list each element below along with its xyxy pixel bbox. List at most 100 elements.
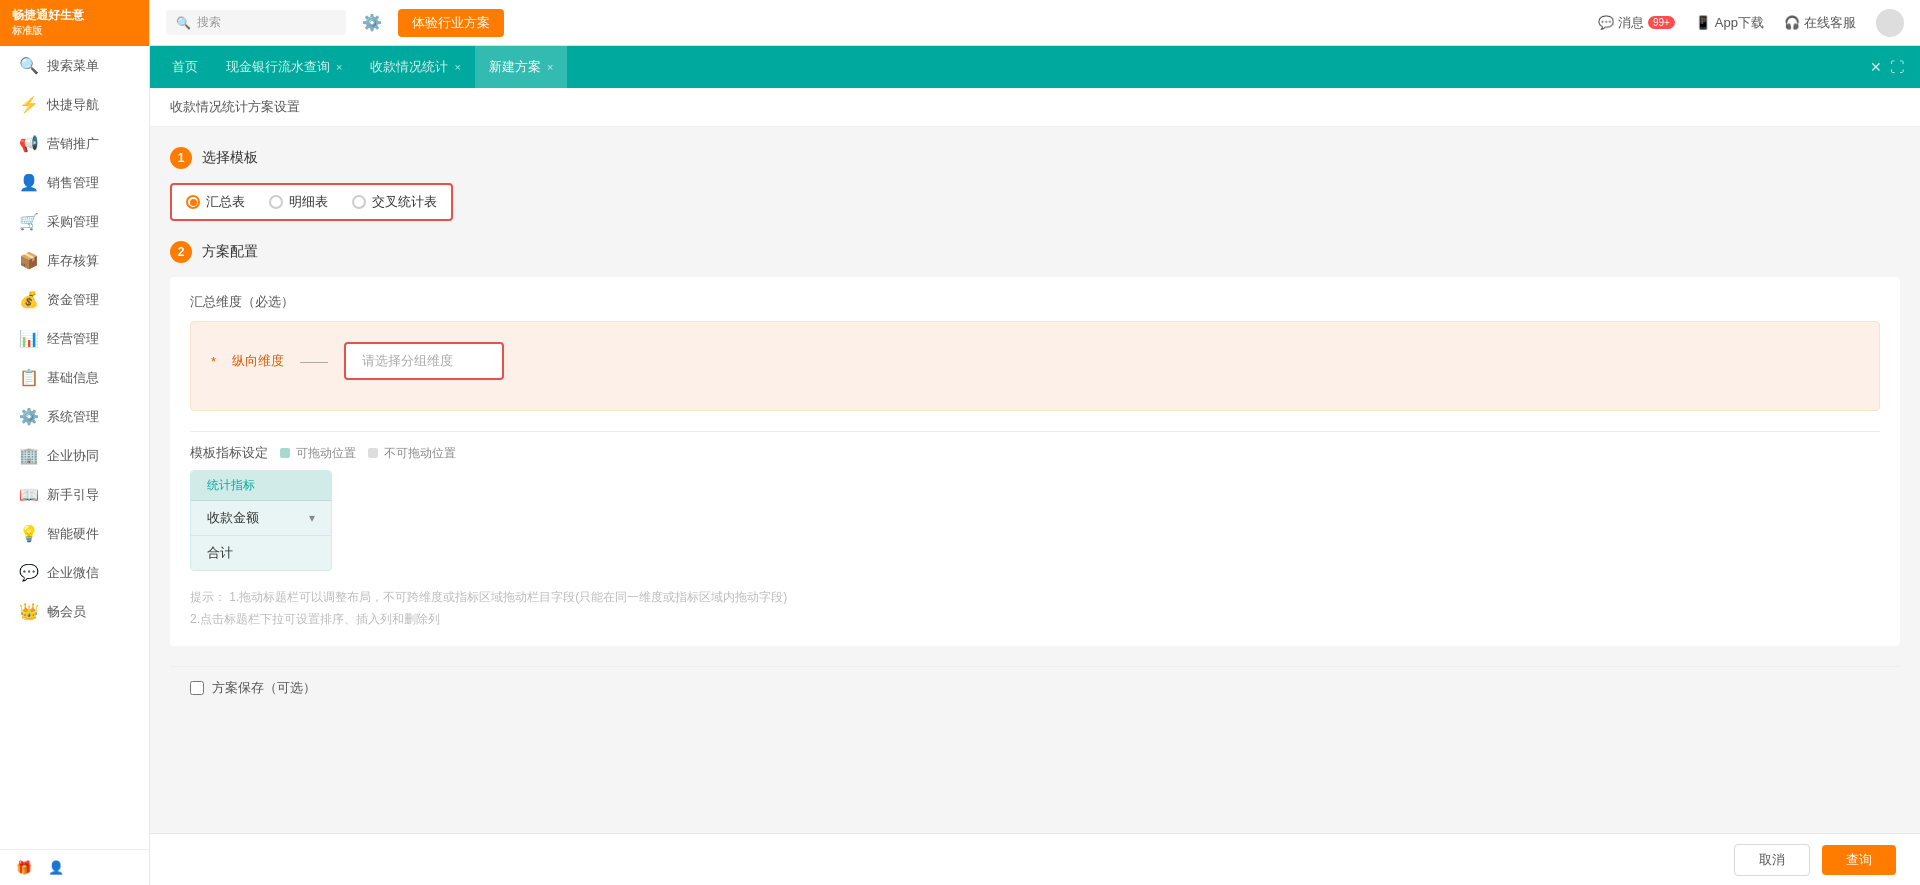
tab-close-icon[interactable]: × bbox=[547, 61, 553, 73]
sidebar-bottom-item1[interactable]: 🎁 bbox=[16, 860, 32, 875]
tab-新建方案[interactable]: 新建方案× bbox=[475, 46, 567, 88]
step1-header: 1 选择模板 bbox=[170, 147, 1900, 169]
indicators-column-header: 统计指标 bbox=[191, 471, 331, 501]
sidebar-item-搜索菜单[interactable]: 🔍 搜索菜单 bbox=[0, 46, 149, 85]
avatar[interactable] bbox=[1876, 9, 1904, 37]
sidebar-bottom-item2[interactable]: 👤 bbox=[48, 860, 64, 875]
indicator-label: 合计 bbox=[207, 544, 233, 562]
notification-badge: 99+ bbox=[1648, 16, 1675, 29]
indicators-section: 模板指标设定 可拖动位置 不可拖动位置 统计指标 bbox=[190, 444, 1880, 630]
sidebar-icon: ⚙️ bbox=[19, 407, 39, 426]
footer-bar: 取消 查询 bbox=[150, 833, 1920, 885]
dimension-row: * 纵向维度 —— 请选择分组维度 bbox=[211, 342, 1859, 380]
sidebar: 畅捷通好生意 标准版 🔍 搜索菜单 ⚡ 快捷导航 📢 营销推广 👤 销售管理 🛒… bbox=[0, 0, 150, 885]
sidebar-item-智能硬件[interactable]: 💡 智能硬件 bbox=[0, 514, 149, 553]
sidebar-icon: 💬 bbox=[19, 563, 39, 582]
content-area: 收款情况统计方案设置 1 选择模板 汇总表 明细表 交叉统计表 2 方案配置 bbox=[150, 88, 1920, 885]
sidebar-item-库存核算[interactable]: 📦 库存核算 bbox=[0, 241, 149, 280]
sidebar-item-畅会员[interactable]: 👑 畅会员 bbox=[0, 592, 149, 631]
service-icon: 🎧 bbox=[1784, 15, 1800, 30]
dimension-area: * 纵向维度 —— 请选择分组维度 bbox=[190, 321, 1880, 411]
sidebar-nav: 🔍 搜索菜单 ⚡ 快捷导航 📢 营销推广 👤 销售管理 🛒 采购管理 📦 库存核… bbox=[0, 46, 149, 849]
non-draggable-label: 不可拖动位置 bbox=[384, 445, 456, 462]
sidebar-icon: 📦 bbox=[19, 251, 39, 270]
sidebar-icon: 📊 bbox=[19, 329, 39, 348]
radio-交叉统计表[interactable]: 交叉统计表 bbox=[352, 193, 437, 211]
sidebar-item-label: 搜索菜单 bbox=[47, 57, 99, 75]
save-label: 方案保存（可选） bbox=[212, 679, 316, 697]
draggable-dot bbox=[280, 448, 290, 458]
download-icon: 📱 bbox=[1695, 15, 1711, 30]
app-edition: 标准版 bbox=[12, 24, 84, 38]
app-name: 畅捷通好生意 bbox=[12, 8, 84, 22]
radio-汇总表[interactable]: 汇总表 bbox=[186, 193, 245, 211]
maximize-icon[interactable]: ⛶ bbox=[1890, 59, 1904, 75]
sidebar-icon: ⚡ bbox=[19, 95, 39, 114]
indicator-row-合计[interactable]: 合计 bbox=[191, 536, 331, 570]
tab-close-icon[interactable]: × bbox=[454, 61, 460, 73]
indicators-footer: 提示： 1.拖动标题栏可以调整布局，不可跨维度或指标区域拖动栏目字段(只能在同一… bbox=[190, 587, 1880, 630]
notification-item[interactable]: 💬 消息 99+ bbox=[1598, 14, 1675, 32]
indicator-row-收款金额[interactable]: 收款金额 ▾ bbox=[191, 501, 331, 536]
query-button[interactable]: 查询 bbox=[1822, 845, 1896, 875]
trial-button[interactable]: 体验行业方案 bbox=[398, 9, 504, 37]
download-item[interactable]: 📱 App下载 bbox=[1695, 14, 1764, 32]
sidebar-logo: 畅捷通好生意 标准版 bbox=[0, 0, 149, 46]
sidebar-item-经营管理[interactable]: 📊 经营管理 bbox=[0, 319, 149, 358]
dimension-section-title: 汇总维度（必选） bbox=[190, 293, 1880, 311]
settings-icon[interactable]: ⚙️ bbox=[362, 13, 382, 32]
radio-label: 汇总表 bbox=[206, 193, 245, 211]
service-item[interactable]: 🎧 在线客服 bbox=[1784, 14, 1856, 32]
radio-明细表[interactable]: 明细表 bbox=[269, 193, 328, 211]
tab-现金银行流水查询[interactable]: 现金银行流水查询× bbox=[212, 46, 356, 88]
non-draggable-dot bbox=[368, 448, 378, 458]
indicator-label: 收款金额 bbox=[207, 509, 259, 527]
sidebar-bottom: 🎁 👤 bbox=[0, 849, 149, 885]
chevron-down-icon[interactable]: ▾ bbox=[309, 511, 315, 525]
sidebar-icon: 👑 bbox=[19, 602, 39, 621]
dimension-input[interactable]: 请选择分组维度 bbox=[344, 342, 504, 380]
close-window-icon[interactable]: ✕ bbox=[1870, 59, 1882, 75]
tab-close-icon[interactable]: × bbox=[336, 61, 342, 73]
sidebar-item-资金管理[interactable]: 💰 资金管理 bbox=[0, 280, 149, 319]
sidebar-item-快捷导航[interactable]: ⚡ 快捷导航 bbox=[0, 85, 149, 124]
sidebar-item-基础信息[interactable]: 📋 基础信息 bbox=[0, 358, 149, 397]
sidebar-item-label: 畅会员 bbox=[47, 603, 86, 621]
sidebar-item-企业协同[interactable]: 🏢 企业协同 bbox=[0, 436, 149, 475]
breadcrumb: 收款情况统计方案设置 bbox=[150, 88, 1920, 127]
tab-收款情况统计[interactable]: 收款情况统计 × bbox=[356, 46, 474, 88]
radio-dot bbox=[269, 195, 283, 209]
radio-dot bbox=[186, 195, 200, 209]
radio-dot bbox=[352, 195, 366, 209]
tab-label: 收款情况统计 bbox=[370, 58, 448, 76]
sidebar-item-label: 经营管理 bbox=[47, 330, 99, 348]
tabbar: 首页现金银行流水查询×收款情况统计×新建方案× ✕ ⛶ bbox=[150, 46, 1920, 88]
indicators-rows: 收款金额 ▾ 合计 bbox=[191, 501, 331, 570]
sidebar-item-新手引导[interactable]: 📖 新手引导 bbox=[0, 475, 149, 514]
topbar-search[interactable]: 🔍 搜索 bbox=[166, 10, 346, 35]
sidebar-icon: 📖 bbox=[19, 485, 39, 504]
sidebar-item-label: 基础信息 bbox=[47, 369, 99, 387]
sidebar-item-采购管理[interactable]: 🛒 采购管理 bbox=[0, 202, 149, 241]
sidebar-item-营销推广[interactable]: 📢 营销推广 bbox=[0, 124, 149, 163]
sidebar-item-系统管理[interactable]: ⚙️ 系统管理 bbox=[0, 397, 149, 436]
sidebar-item-企业微信[interactable]: 💬 企业微信 bbox=[0, 553, 149, 592]
sidebar-icon: 🔍 bbox=[19, 56, 39, 75]
cancel-button[interactable]: 取消 bbox=[1734, 844, 1810, 876]
topbar: 🔍 搜索 ⚙️ 体验行业方案 💬 消息 99+ 📱 App下载 🎧 在线客服 bbox=[150, 0, 1920, 46]
search-placeholder: 搜索 bbox=[197, 14, 221, 31]
sidebar-icon: 📢 bbox=[19, 134, 39, 153]
tip-line1: 提示： 1.拖动标题栏可以调整布局，不可跨维度或指标区域拖动栏目字段(只能在同一… bbox=[190, 587, 1880, 609]
indicators-table: 统计指标 收款金额 ▾ 合计 bbox=[190, 470, 332, 571]
sidebar-item-label: 营销推广 bbox=[47, 135, 99, 153]
save-checkbox[interactable] bbox=[190, 681, 204, 695]
radio-label: 交叉统计表 bbox=[372, 193, 437, 211]
sidebar-item-label: 新手引导 bbox=[47, 486, 99, 504]
sidebar-icon: 🏢 bbox=[19, 446, 39, 465]
sidebar-item-销售管理[interactable]: 👤 销售管理 bbox=[0, 163, 149, 202]
tab-首页[interactable]: 首页 bbox=[158, 46, 212, 88]
search-icon: 🔍 bbox=[176, 16, 191, 30]
step1-badge: 1 bbox=[170, 147, 192, 169]
dimension-required-star: * bbox=[211, 354, 216, 369]
sidebar-item-label: 系统管理 bbox=[47, 408, 99, 426]
